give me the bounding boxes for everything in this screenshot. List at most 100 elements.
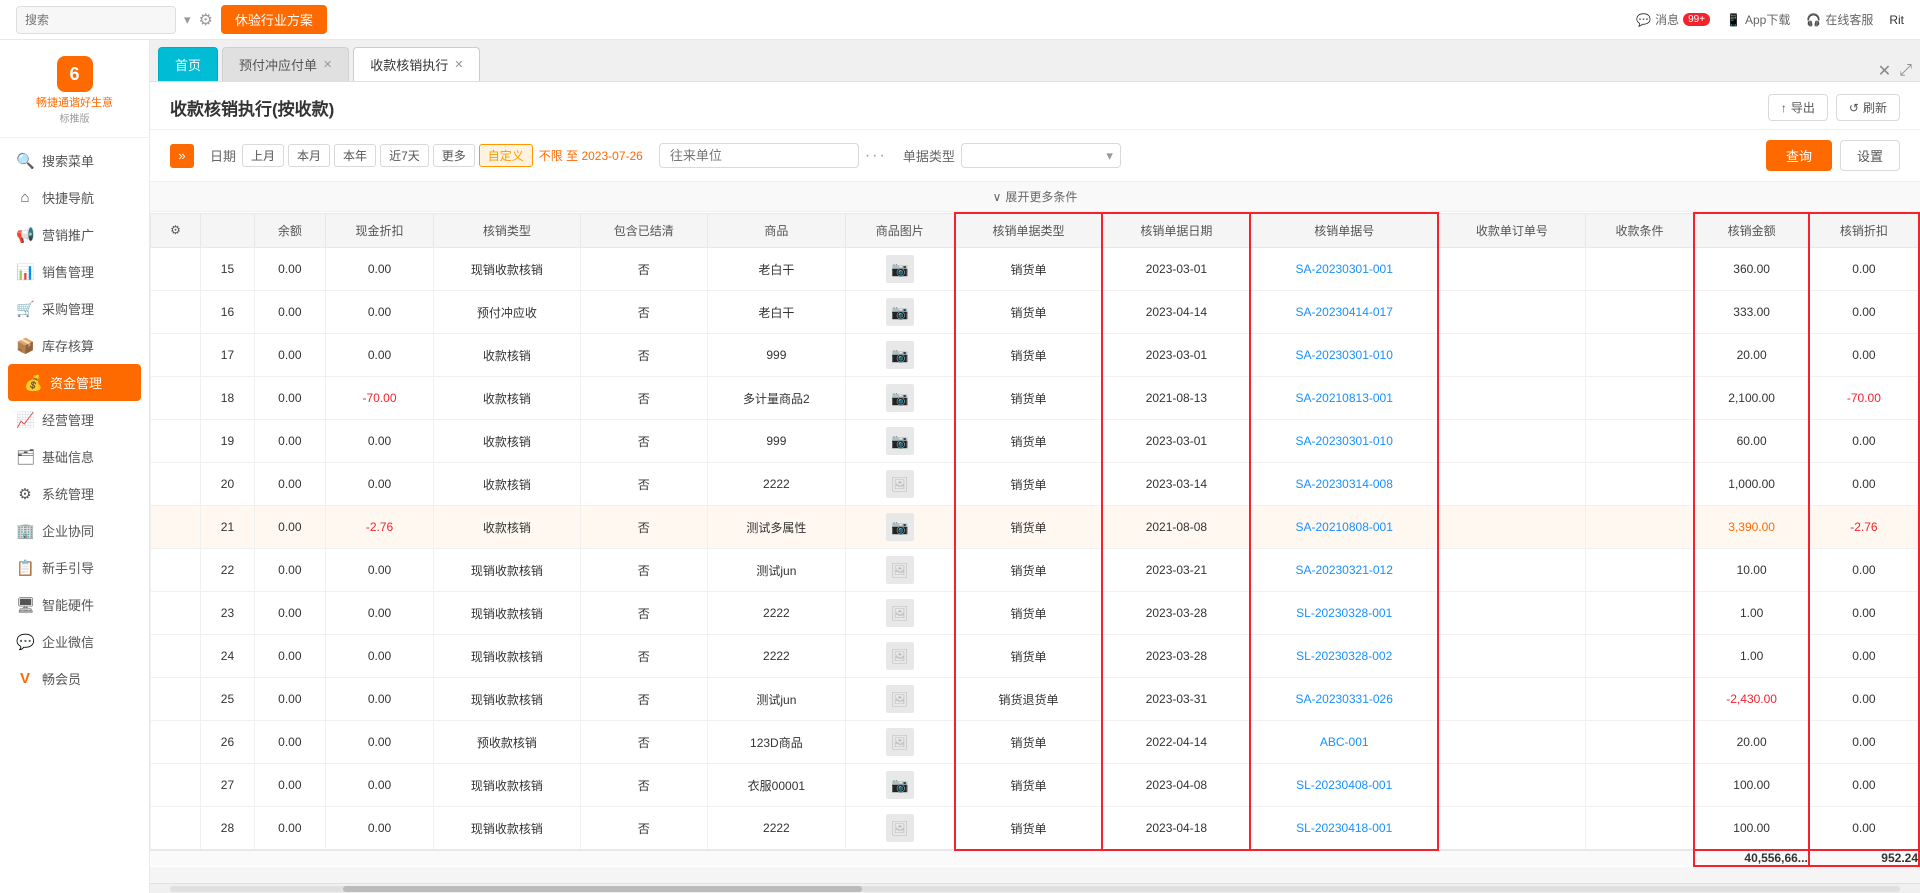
- product: 2222: [707, 635, 845, 678]
- row-empty: [151, 635, 201, 678]
- verify-no[interactable]: SA-20230321-012: [1250, 549, 1438, 592]
- date-btn-more[interactable]: 更多: [433, 144, 475, 167]
- sidebar-label-operation: 经营管理: [42, 410, 94, 429]
- sidebar-item-search[interactable]: 🔍 搜索菜单: [0, 142, 149, 179]
- verify-no[interactable]: SL-20230328-002: [1250, 635, 1438, 678]
- voucher-type-select[interactable]: [961, 143, 1121, 168]
- top-bar-right: 💬 消息 99+ 📱 App下载 🎧 在线客服 Rit: [1636, 11, 1904, 28]
- query-button[interactable]: 查询: [1766, 140, 1832, 171]
- tab-home[interactable]: 首页: [158, 47, 218, 81]
- col-settings-header[interactable]: ⚙: [151, 213, 201, 248]
- tab-receipt-close[interactable]: ✕: [454, 58, 463, 71]
- verify-no-link[interactable]: SL-20230328-001: [1296, 606, 1392, 620]
- tab-prepay[interactable]: 预付冲应付单 ✕: [222, 47, 349, 81]
- verify-no[interactable]: SA-20210808-001: [1250, 506, 1438, 549]
- sidebar-item-wechat[interactable]: 💬 企业微信: [0, 623, 149, 660]
- verify-no[interactable]: SL-20230418-001: [1250, 807, 1438, 851]
- sidebar-item-system[interactable]: ⚙ 系统管理: [0, 475, 149, 512]
- top-search-input[interactable]: [16, 6, 176, 34]
- verify-no-link[interactable]: SL-20230418-001: [1296, 821, 1392, 835]
- verify-no-link[interactable]: SA-20230301-010: [1295, 434, 1392, 448]
- date-btn-7days[interactable]: 近7天: [380, 144, 429, 167]
- verify-no-link[interactable]: SA-20230414-017: [1295, 305, 1392, 319]
- verify-no[interactable]: SA-20230414-017: [1250, 291, 1438, 334]
- verify-no[interactable]: SA-20230301-010: [1250, 420, 1438, 463]
- sidebar-label-wechat: 企业微信: [42, 632, 94, 651]
- tab-prepay-close[interactable]: ✕: [323, 58, 332, 71]
- verify-type: 收款核销: [434, 506, 580, 549]
- settings-icon[interactable]: ⚙: [199, 10, 213, 30]
- refresh-button[interactable]: ↺ 刷新: [1836, 94, 1900, 121]
- verify-no-link[interactable]: SL-20230408-001: [1296, 778, 1392, 792]
- product: 测试jun: [707, 678, 845, 721]
- verify-type: 收款核销: [434, 377, 580, 420]
- partner-dots[interactable]: ···: [865, 147, 887, 165]
- table-row: 250.000.00现销收款核销否测试jun🖼销货退货单2023-03-31SA…: [151, 678, 1920, 721]
- sidebar-item-company[interactable]: 🏢 企业协同: [0, 512, 149, 549]
- table-area[interactable]: ⚙ 余额 现金折扣 核销类型 包含已结清 商品 商品图片 核销单据类型 核销单据…: [150, 212, 1920, 883]
- tab-receipt[interactable]: 收款核销执行 ✕: [353, 47, 480, 81]
- page-body: 收款核销执行(按收款) ↑ 导出 ↺ 刷新 » 日期: [150, 82, 1920, 893]
- horizontal-scrollbar[interactable]: [150, 883, 1920, 893]
- solution-button[interactable]: 休验行业方案: [221, 5, 327, 34]
- verify-no[interactable]: SA-20230331-026: [1250, 678, 1438, 721]
- app-download[interactable]: 📱 App下载: [1726, 11, 1790, 28]
- export-button[interactable]: ↑ 导出: [1768, 94, 1828, 121]
- dropdown-arrow-icon[interactable]: ▾: [184, 12, 191, 28]
- date-btn-custom[interactable]: 自定义: [479, 144, 533, 167]
- table-settings-icon[interactable]: ⚙: [170, 223, 181, 237]
- verify-no[interactable]: SA-20210813-001: [1250, 377, 1438, 420]
- user-name[interactable]: Rit: [1889, 13, 1904, 27]
- sidebar-item-guide[interactable]: 📋 新手引导: [0, 549, 149, 586]
- verify-no[interactable]: SL-20230408-001: [1250, 764, 1438, 807]
- partner-input[interactable]: [659, 143, 859, 168]
- verify-no[interactable]: SA-20230314-008: [1250, 463, 1438, 506]
- verify-no-link[interactable]: ABC-001: [1320, 735, 1369, 749]
- tab-bar-close-icon[interactable]: ✕: [1878, 61, 1891, 81]
- sidebar-item-purchase[interactable]: 🛒 采购管理: [0, 290, 149, 327]
- verify-no[interactable]: ABC-001: [1250, 721, 1438, 764]
- verify-no-link[interactable]: SA-20230321-012: [1295, 563, 1392, 577]
- sidebar-item-marketing[interactable]: 📢 营销推广: [0, 216, 149, 253]
- product-img: 📷: [845, 377, 954, 420]
- sidebar-item-hardware[interactable]: 🖥 智能硬件: [0, 586, 149, 623]
- inventory-icon: 📦: [16, 337, 34, 355]
- verify-no[interactable]: SA-20230301-010: [1250, 334, 1438, 377]
- setting-button[interactable]: 设置: [1840, 140, 1900, 171]
- tab-bar-expand-icon[interactable]: ⤢: [1899, 62, 1912, 80]
- messages-item[interactable]: 💬 消息 99+: [1636, 11, 1710, 28]
- verify-no-link[interactable]: SA-20230331-026: [1295, 692, 1392, 706]
- expand-more-bar[interactable]: ∨ 展开更多条件: [150, 182, 1920, 212]
- sidebar-item-basic[interactable]: 🗂 基础信息: [0, 438, 149, 475]
- row-empty: [151, 291, 201, 334]
- verify-no-link[interactable]: SA-20210813-001: [1295, 391, 1392, 405]
- balance: 0.00: [254, 463, 325, 506]
- verify-no-link[interactable]: SA-20230301-001: [1295, 262, 1392, 276]
- verify-no-link[interactable]: SA-20230314-008: [1295, 477, 1392, 491]
- verify-date: 2023-04-14: [1102, 291, 1250, 334]
- receipt-condition: [1585, 721, 1694, 764]
- verify-type: 现销收款核销: [434, 248, 580, 291]
- sidebar-item-member[interactable]: V 畅会员: [0, 660, 149, 697]
- date-btn-last-month[interactable]: 上月: [242, 144, 284, 167]
- verify-no[interactable]: SA-20230301-001: [1250, 248, 1438, 291]
- verify-no-link[interactable]: SA-20210808-001: [1295, 520, 1392, 534]
- sidebar-item-sales[interactable]: 📊 销售管理: [0, 253, 149, 290]
- verify-amount: 360.00: [1694, 248, 1808, 291]
- verify-no-link[interactable]: SL-20230328-002: [1296, 649, 1392, 663]
- online-service[interactable]: 🎧 在线客服: [1806, 11, 1873, 28]
- verify-no-link[interactable]: SA-20230301-010: [1295, 348, 1392, 362]
- date-btn-this-year[interactable]: 本年: [334, 144, 376, 167]
- sidebar-label-system: 系统管理: [42, 484, 94, 503]
- date-btn-this-month[interactable]: 本月: [288, 144, 330, 167]
- verify-no[interactable]: SL-20230328-001: [1250, 592, 1438, 635]
- sidebar-item-nav[interactable]: ⌂ 快捷导航: [0, 179, 149, 216]
- filter-toggle-button[interactable]: »: [170, 144, 194, 168]
- sidebar-item-inventory[interactable]: 📦 库存核算: [0, 327, 149, 364]
- verify-voucher-type: 销货单: [955, 635, 1103, 678]
- include-cleared: 否: [580, 506, 707, 549]
- sidebar-item-operation[interactable]: 📈 经营管理: [0, 401, 149, 438]
- sidebar-item-fund[interactable]: 💰 资金管理: [8, 364, 141, 401]
- verify-amount: 1.00: [1694, 635, 1808, 678]
- product: 测试jun: [707, 549, 845, 592]
